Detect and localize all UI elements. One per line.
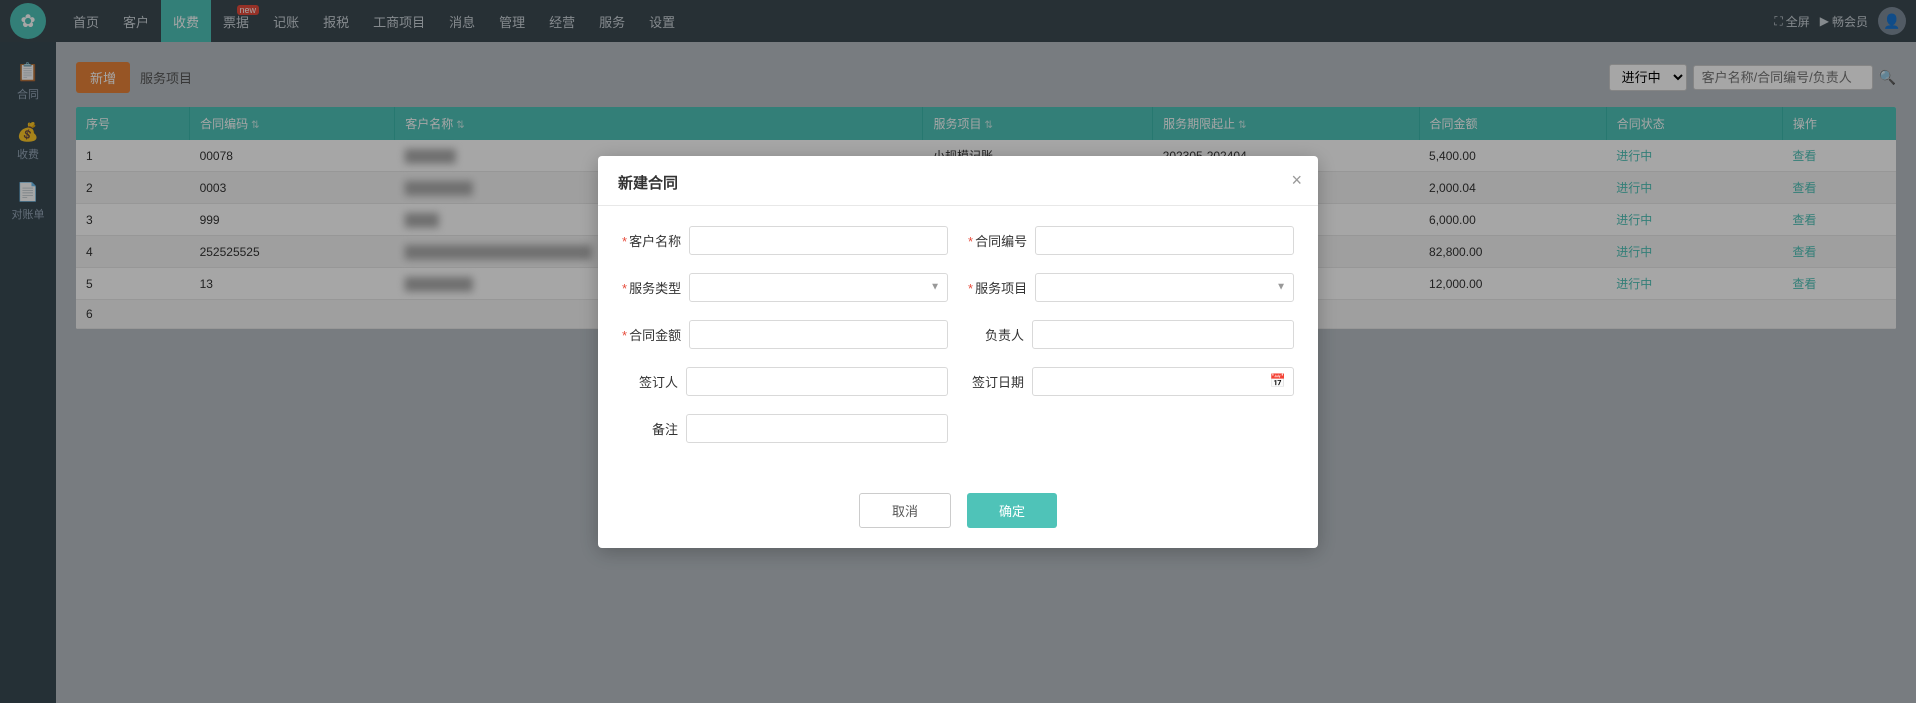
cancel-button[interactable]: 取消 bbox=[859, 493, 951, 528]
customer-name-input[interactable] bbox=[689, 226, 948, 255]
modal-footer: 取消 确定 bbox=[598, 481, 1318, 548]
responsible-label: 负责人 bbox=[968, 325, 1024, 344]
service-type-select[interactable] bbox=[689, 273, 948, 302]
signer-input[interactable] bbox=[686, 367, 948, 396]
form-group-service-type: *服务类型 ▼ bbox=[622, 273, 948, 302]
form-group-amount: *合同金额 0.00 bbox=[622, 320, 948, 349]
form-group-note: 备注 bbox=[622, 414, 948, 443]
form-group-responsible: 负责人 bbox=[968, 320, 1294, 349]
service-item-select[interactable] bbox=[1035, 273, 1294, 302]
form-row-5: 备注 bbox=[622, 414, 1294, 443]
amount-input[interactable]: 0.00 bbox=[689, 320, 948, 349]
sign-date-label: 签订日期 bbox=[968, 372, 1024, 391]
contract-no-input[interactable] bbox=[1035, 226, 1294, 255]
form-row-1: *客户名称 *合同编号 bbox=[622, 226, 1294, 255]
form-group-sign-date: 签订日期 2023-06-06 📅 bbox=[968, 367, 1294, 396]
service-type-label: *服务类型 bbox=[622, 278, 681, 297]
contract-no-label: *合同编号 bbox=[968, 231, 1027, 250]
form-group-contract-no: *合同编号 bbox=[968, 226, 1294, 255]
customer-name-label: *客户名称 bbox=[622, 231, 681, 250]
service-item-label: *服务项目 bbox=[968, 278, 1027, 297]
form-group-customer-name: *客户名称 bbox=[622, 226, 948, 255]
modal-header: 新建合同 × bbox=[598, 156, 1318, 206]
new-contract-modal: 新建合同 × *客户名称 *合同编号 bbox=[598, 156, 1318, 548]
modal-close-button[interactable]: × bbox=[1291, 170, 1302, 191]
form-group-signer: 签订人 bbox=[622, 367, 948, 396]
confirm-button[interactable]: 确定 bbox=[967, 493, 1057, 528]
modal-overlay[interactable]: 新建合同 × *客户名称 *合同编号 bbox=[0, 0, 1916, 703]
amount-label: *合同金额 bbox=[622, 325, 681, 344]
signer-label: 签订人 bbox=[622, 372, 678, 391]
modal-title: 新建合同 bbox=[618, 175, 678, 192]
responsible-input[interactable] bbox=[1032, 320, 1294, 349]
note-input[interactable] bbox=[686, 414, 948, 443]
sign-date-input[interactable]: 2023-06-06 bbox=[1032, 367, 1294, 396]
modal-body: *客户名称 *合同编号 *服务类型 bbox=[598, 206, 1318, 481]
form-row-3: *合同金额 0.00 负责人 bbox=[622, 320, 1294, 349]
note-label: 备注 bbox=[622, 419, 678, 438]
form-group-service-item: *服务项目 ▼ bbox=[968, 273, 1294, 302]
form-row-4: 签订人 签订日期 2023-06-06 📅 bbox=[622, 367, 1294, 396]
form-row-2: *服务类型 ▼ *服务项目 bbox=[622, 273, 1294, 302]
